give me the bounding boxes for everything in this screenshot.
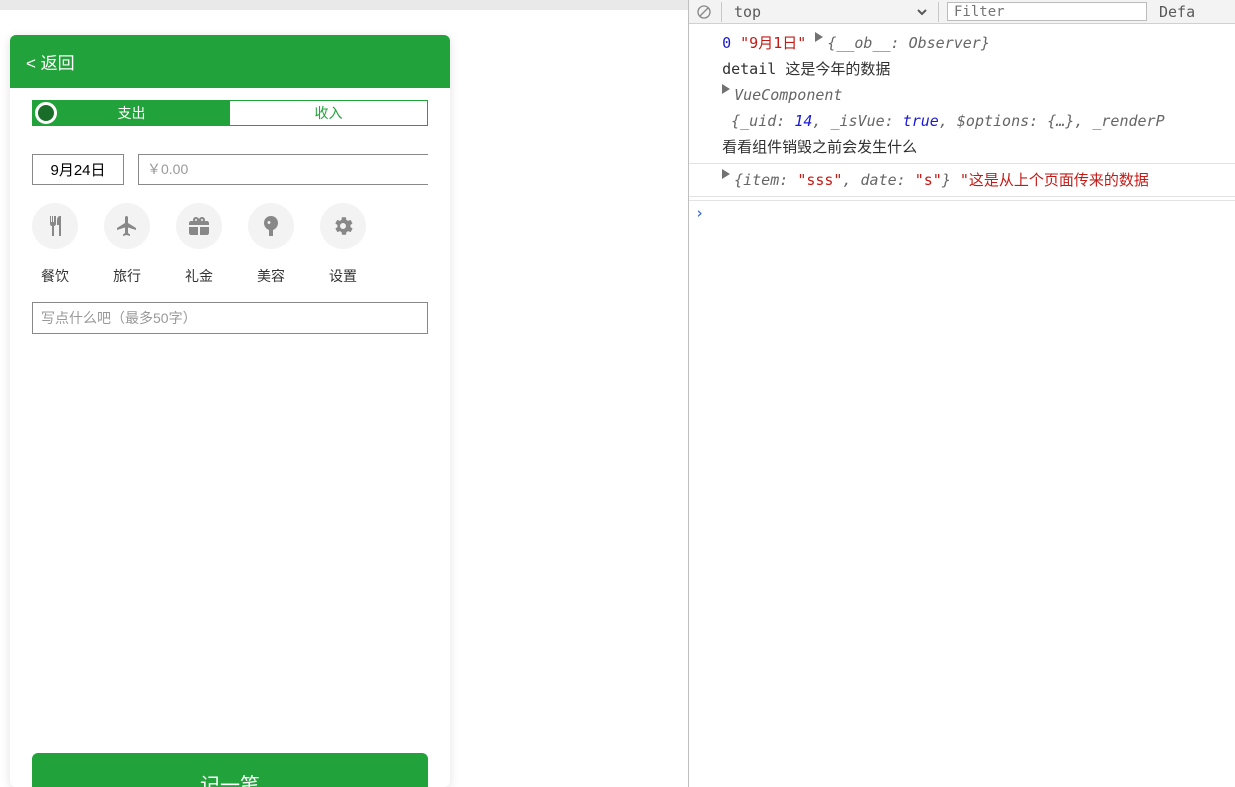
category-row: 餐饮 旅行 礼金 — [32, 203, 428, 286]
phone-body: 支出 收入 9月24日 ￥0.00 餐饮 — [10, 88, 450, 787]
log-index: 0 — [722, 32, 731, 54]
category-label: 礼金 — [185, 266, 213, 286]
date-input[interactable]: 9月24日 — [32, 154, 124, 185]
category-beauty[interactable]: 美容 — [248, 203, 294, 286]
log-separator — [689, 163, 1235, 164]
log-row[interactable]: detail 这是今年的数据 — [689, 56, 1235, 82]
gear-icon — [320, 203, 366, 249]
console-toolbar: top Defa — [689, 0, 1235, 24]
toolbar-separator — [721, 2, 722, 22]
app-preview-pane: < 返回 支出 收入 9月24日 ￥0.00 — [0, 0, 688, 787]
back-button[interactable]: < 返回 — [26, 54, 75, 73]
filter-input[interactable] — [947, 2, 1147, 21]
amount-input[interactable]: ￥0.00 — [138, 154, 428, 185]
expense-income-tabs: 支出 收入 — [32, 100, 428, 126]
console-prompt[interactable]: › — [689, 200, 1235, 225]
log-row[interactable]: {_uid: 14, _isVue: true, $options: {…}, … — [689, 108, 1235, 134]
phone-frame: < 返回 支出 收入 9月24日 ￥0.00 — [10, 35, 450, 787]
submit-button[interactable]: 记一笔 — [32, 753, 428, 787]
console-output: 0 "9月1日" {__ob__: Observer} detail 这是今年的… — [689, 24, 1235, 787]
category-settings[interactable]: 设置 — [320, 203, 366, 286]
log-row[interactable]: 0 "9月1日" {__ob__: Observer} — [689, 30, 1235, 56]
log-object[interactable]: {item: "sss", date: "s"} — [734, 169, 951, 191]
category-travel[interactable]: 旅行 — [104, 203, 150, 286]
toolbar-separator — [938, 2, 939, 22]
tab-knob[interactable] — [35, 102, 57, 124]
phone-header: < 返回 — [10, 35, 450, 88]
prompt-caret-icon: › — [695, 204, 704, 222]
tab-income[interactable]: 收入 — [230, 101, 427, 125]
log-row[interactable]: {item: "sss", date: "s"} "这是从上个页面传来的数据 — [689, 167, 1235, 193]
beauty-icon — [248, 203, 294, 249]
log-object[interactable]: {__ob__: Observer} — [827, 32, 990, 54]
context-select[interactable]: top — [730, 2, 930, 22]
devtools-console-pane: top Defa 0 "9月1日" {__ob__: Observer} det… — [688, 0, 1235, 787]
category-label: 餐饮 — [41, 266, 69, 286]
level-label[interactable]: Defa — [1159, 3, 1195, 21]
log-string: "9月1日" — [740, 32, 806, 54]
log-separator — [689, 196, 1235, 197]
log-row[interactable]: 看看组件销毁之前会发生什么 — [689, 134, 1235, 160]
category-food[interactable]: 餐饮 — [32, 203, 78, 286]
browser-top-bar — [0, 0, 688, 10]
log-object[interactable]: VueComponent — [734, 84, 842, 106]
expand-arrow-icon[interactable] — [722, 169, 730, 179]
log-string: "这是从上个页面传来的数据 — [960, 169, 1149, 191]
clear-console-icon[interactable] — [695, 3, 713, 21]
log-text: 这是今年的数据 — [785, 58, 890, 80]
log-row[interactable]: VueComponent — [689, 82, 1235, 108]
category-gift[interactable]: 礼金 — [176, 203, 222, 286]
expand-arrow-icon[interactable] — [815, 32, 823, 42]
log-label: detail — [722, 58, 776, 80]
note-input[interactable]: 写点什么吧（最多50字） — [32, 302, 428, 334]
utensils-icon — [32, 203, 78, 249]
category-label: 美容 — [257, 266, 285, 286]
gift-icon — [176, 203, 222, 249]
log-text: 看看组件销毁之前会发生什么 — [722, 136, 917, 158]
date-amount-row: 9月24日 ￥0.00 — [32, 154, 428, 185]
category-label: 旅行 — [113, 266, 141, 286]
log-object[interactable]: {_uid: 14, _isVue: true, $options: {…}, … — [731, 110, 1165, 132]
plane-icon — [104, 203, 150, 249]
tab-expense[interactable]: 支出 — [33, 101, 230, 125]
category-label: 设置 — [329, 266, 357, 286]
expand-arrow-icon[interactable] — [722, 84, 730, 94]
